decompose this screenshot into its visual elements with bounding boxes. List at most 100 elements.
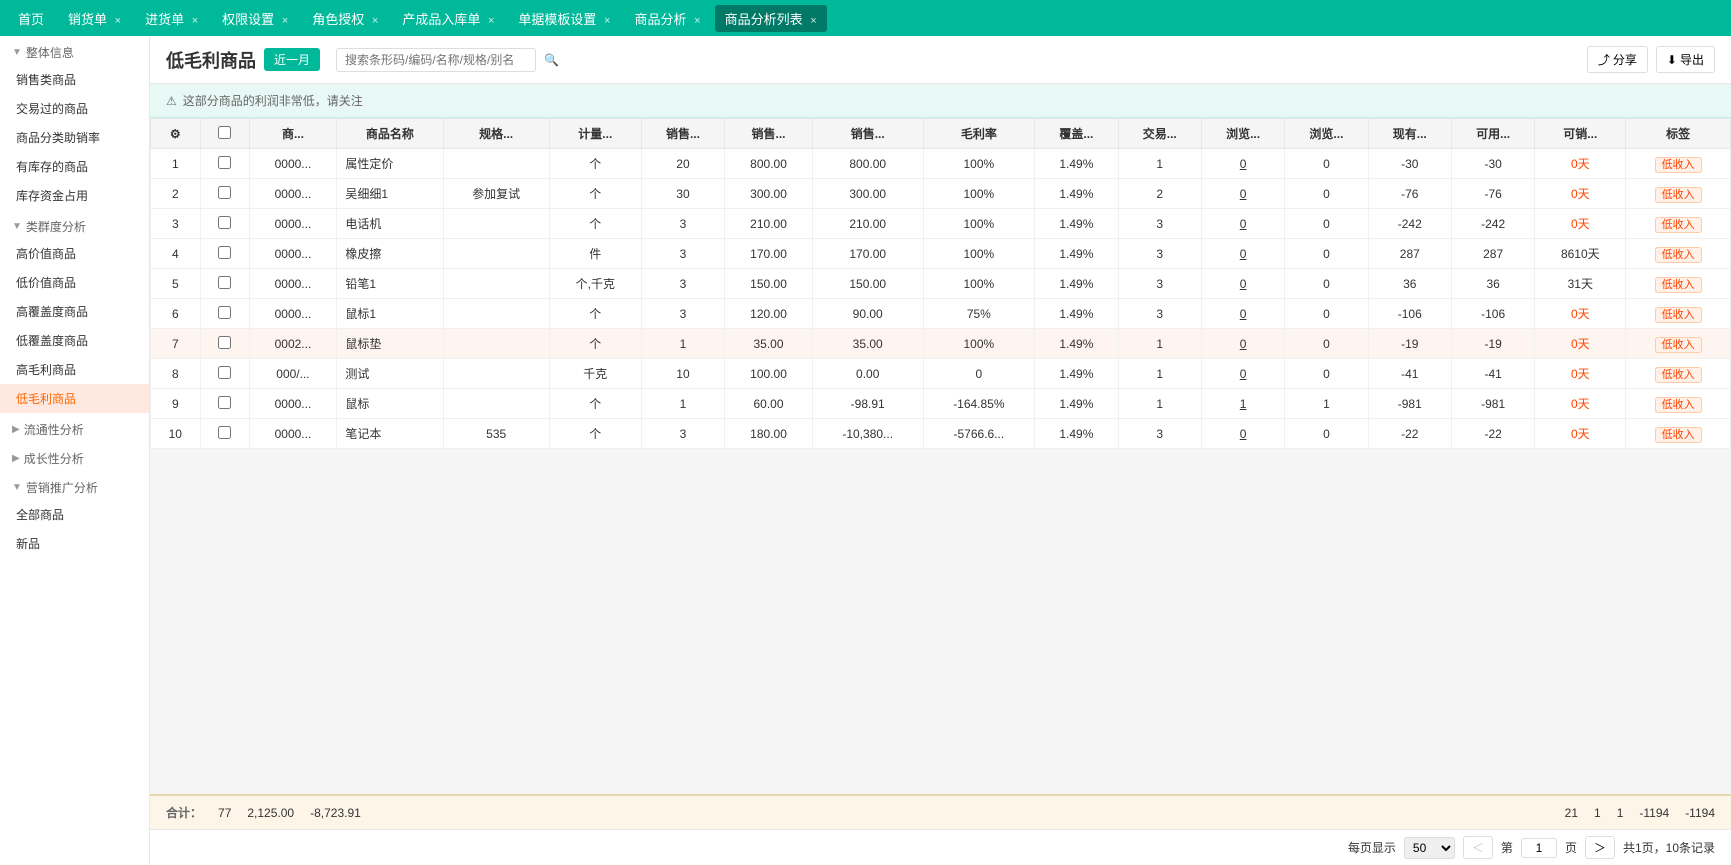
col-coverage[interactable]: 覆盖... (1035, 119, 1118, 149)
row-name[interactable]: 笔记本 (337, 419, 443, 449)
row-browse1[interactable]: 0 (1201, 209, 1284, 239)
sidebar-item-new-goods[interactable]: 新品 (0, 529, 149, 558)
col-current-stock[interactable]: 现有... (1368, 119, 1451, 149)
sidebar-group-cluster[interactable]: ▼ 类群度分析 (0, 210, 149, 239)
row-tag[interactable]: 低收入 (1626, 239, 1731, 269)
row-tag[interactable]: 低收入 (1626, 269, 1731, 299)
col-tag[interactable]: 标签 (1626, 119, 1731, 149)
row-browse1[interactable]: 0 (1201, 359, 1284, 389)
sidebar-item-stocked-goods[interactable]: 有库存的商品 (0, 152, 149, 181)
nav-goods-analysis-list[interactable]: 商品分析列表 × (715, 5, 827, 32)
nav-role-auth[interactable]: 角色授权 × (302, 5, 388, 32)
row-checkbox[interactable] (200, 269, 249, 299)
sidebar-item-stock-capital[interactable]: 库存资金占用 (0, 181, 149, 210)
row-tag[interactable]: 低收入 (1626, 149, 1731, 179)
row-checkbox[interactable] (200, 299, 249, 329)
sidebar-item-low-value[interactable]: 低价值商品 (0, 268, 149, 297)
sidebar-item-sales-goods[interactable]: 销售类商品 (0, 65, 149, 94)
row-name[interactable]: 橡皮擦 (337, 239, 443, 269)
next-page-button[interactable]: ＞ (1585, 836, 1615, 859)
row-select-checkbox[interactable] (218, 396, 231, 409)
row-select-checkbox[interactable] (218, 336, 231, 349)
row-name[interactable]: 鼠标 (337, 389, 443, 419)
row-name[interactable]: 铅笔1 (337, 269, 443, 299)
row-checkbox[interactable] (200, 389, 249, 419)
row-checkbox[interactable] (200, 329, 249, 359)
row-browse1[interactable]: 0 (1201, 269, 1284, 299)
row-checkbox[interactable] (200, 179, 249, 209)
row-tag[interactable]: 低收入 (1626, 299, 1731, 329)
row-name[interactable]: 鼠标1 (337, 299, 443, 329)
row-checkbox[interactable] (200, 209, 249, 239)
row-name[interactable]: 鼠标垫 (337, 329, 443, 359)
row-checkbox[interactable] (200, 419, 249, 449)
search-icon[interactable]: 🔍 (544, 53, 559, 67)
col-sellable[interactable]: 可销... (1535, 119, 1626, 149)
nav-permission[interactable]: 权限设置 × (212, 5, 298, 32)
row-checkbox[interactable] (200, 359, 249, 389)
row-browse1[interactable]: 0 (1201, 329, 1284, 359)
sidebar-group-overall[interactable]: ▼ 整体信息 (0, 36, 149, 65)
col-name[interactable]: 商品名称 (337, 119, 443, 149)
export-button[interactable]: ⬇ 导出 (1656, 46, 1715, 73)
row-browse1[interactable]: 0 (1201, 299, 1284, 329)
row-tag[interactable]: 低收入 (1626, 389, 1731, 419)
sidebar-item-traded-goods[interactable]: 交易过的商品 (0, 94, 149, 123)
select-all-checkbox[interactable] (218, 126, 231, 139)
row-select-checkbox[interactable] (218, 366, 231, 379)
row-select-checkbox[interactable] (218, 276, 231, 289)
row-name[interactable]: 吴细细1 (337, 179, 443, 209)
row-tag[interactable]: 低收入 (1626, 359, 1731, 389)
row-select-checkbox[interactable] (218, 426, 231, 439)
nav-home[interactable]: 首页 (8, 5, 54, 32)
row-checkbox[interactable] (200, 149, 249, 179)
sidebar-item-high-value[interactable]: 高价值商品 (0, 239, 149, 268)
row-browse1[interactable]: 1 (1201, 389, 1284, 419)
col-gross-rate[interactable]: 毛利率 (923, 119, 1035, 149)
nav-role-close[interactable]: × (372, 15, 378, 27)
sidebar-item-high-margin[interactable]: 高毛利商品 (0, 355, 149, 384)
row-tag[interactable]: 低收入 (1626, 329, 1731, 359)
col-checkbox[interactable] (200, 119, 249, 149)
col-sale-price[interactable]: 销售... (725, 119, 813, 149)
nav-purchase-close[interactable]: × (192, 15, 198, 27)
sidebar-group-marketing[interactable]: ▼ 营销推广分析 (0, 471, 149, 500)
row-name[interactable]: 电话机 (337, 209, 443, 239)
row-browse1[interactable]: 0 (1201, 239, 1284, 269)
share-button[interactable]: ⤴ 分享 (1587, 46, 1648, 73)
row-name[interactable]: 属性定价 (337, 149, 443, 179)
row-tag[interactable]: 低收入 (1626, 209, 1731, 239)
nav-sales[interactable]: 销货单 × (58, 5, 131, 32)
nav-permission-close[interactable]: × (282, 15, 288, 27)
search-input[interactable] (336, 48, 536, 72)
prev-page-button[interactable]: ＜ (1463, 836, 1493, 859)
sidebar-group-growth[interactable]: ▶ 成长性分析 (0, 442, 149, 471)
row-tag[interactable]: 低收入 (1626, 179, 1731, 209)
sidebar-item-low-margin[interactable]: 低毛利商品 (0, 384, 149, 413)
nav-sales-close[interactable]: × (115, 15, 121, 27)
col-unit[interactable]: 计量... (549, 119, 641, 149)
nav-purchase[interactable]: 进货单 × (135, 5, 208, 32)
row-checkbox[interactable] (200, 239, 249, 269)
row-browse1[interactable]: 0 (1201, 419, 1284, 449)
col-sale-qty[interactable]: 销售... (641, 119, 724, 149)
col-spec[interactable]: 规格... (443, 119, 549, 149)
row-name[interactable]: 测试 (337, 359, 443, 389)
sidebar-item-category-rate[interactable]: 商品分类助销率 (0, 123, 149, 152)
row-select-checkbox[interactable] (218, 156, 231, 169)
col-sale-profit[interactable]: 销售... (812, 119, 923, 149)
col-code[interactable]: 商... (249, 119, 337, 149)
nav-goodsanalysis-close[interactable]: × (694, 15, 700, 27)
nav-product-in[interactable]: 产成品入库单 × (392, 5, 504, 32)
col-settings[interactable]: ⚙ (151, 119, 201, 149)
col-browse2[interactable]: 浏览... (1285, 119, 1368, 149)
sidebar-item-low-coverage[interactable]: 低覆盖度商品 (0, 326, 149, 355)
row-tag[interactable]: 低收入 (1626, 419, 1731, 449)
data-table-wrapper[interactable]: ⚙ 商... 商品名称 规格... 计量... 销售... 销售... 销售..… (150, 118, 1731, 794)
row-select-checkbox[interactable] (218, 306, 231, 319)
nav-template[interactable]: 单据模板设置 × (508, 5, 620, 32)
sidebar-group-circulation[interactable]: ▶ 流通性分析 (0, 413, 149, 442)
nav-goodslist-close[interactable]: × (810, 15, 816, 27)
sidebar-item-high-coverage[interactable]: 高覆盖度商品 (0, 297, 149, 326)
time-filter-button[interactable]: 近一月 (264, 48, 320, 71)
